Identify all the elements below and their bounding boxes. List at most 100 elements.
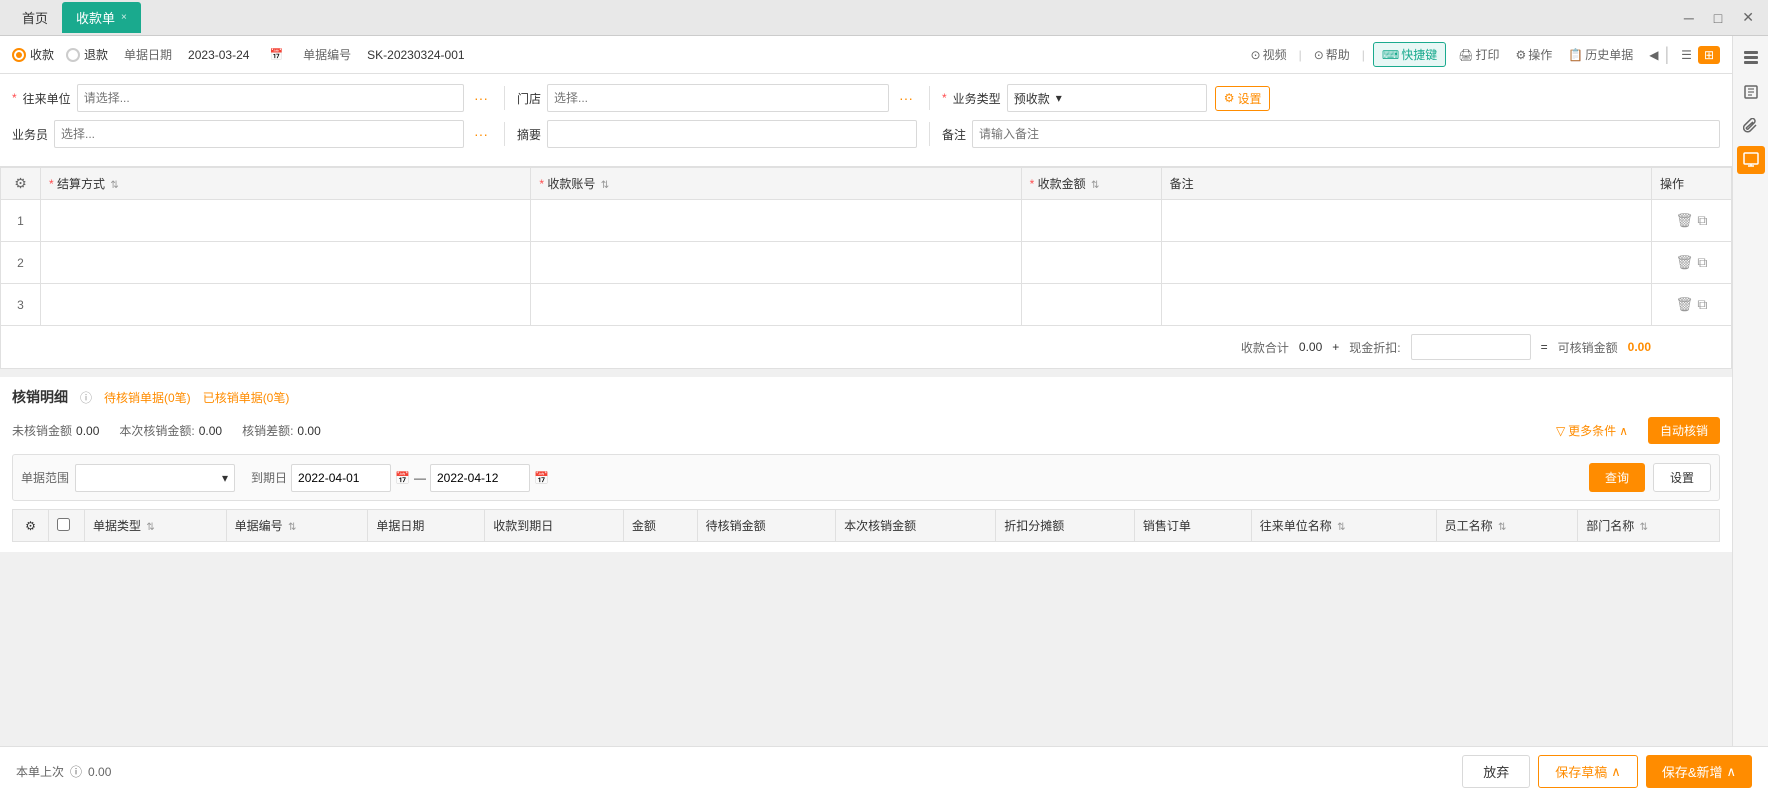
more-conditions-button[interactable]: ▽ 更多条件 ∧ — [1556, 422, 1628, 439]
cash-discount-input[interactable] — [1411, 334, 1531, 360]
remark-input[interactable] — [972, 120, 1720, 148]
sidebar-attachment-icon[interactable] — [1737, 112, 1765, 140]
tab-active[interactable]: 收款单 × — [62, 2, 141, 33]
row2-account-input[interactable] — [531, 242, 1020, 283]
filter-setting-button[interactable]: 设置 — [1653, 463, 1711, 492]
row3-remark[interactable] — [1161, 284, 1651, 326]
save-new-button[interactable]: 保存&新增 ∧ — [1646, 755, 1752, 788]
prev-button[interactable]: ◀ — [1645, 44, 1662, 65]
row1-settlement[interactable] — [41, 200, 531, 242]
sidebar-screen-icon[interactable] — [1737, 146, 1765, 174]
calendar-to-icon[interactable]: 📅 — [534, 471, 549, 485]
row3-account[interactable] — [531, 284, 1021, 326]
row3-amount[interactable] — [1021, 284, 1161, 326]
date-to-input[interactable] — [430, 464, 530, 492]
bottom-col-checkbox — [49, 510, 85, 542]
row2-copy-icon[interactable]: ⧉ — [1697, 254, 1707, 271]
help-button[interactable]: ⊙ 帮助 — [1310, 44, 1354, 65]
row1-settlement-input[interactable] — [41, 200, 530, 241]
card-view-button[interactable]: ⊞ — [1698, 46, 1720, 64]
row-num-3: 3 — [1, 284, 41, 326]
settings-gear-icon: ⚙ — [1224, 91, 1235, 105]
sum-label-1: 收款合计 — [1241, 339, 1289, 356]
maximize-button[interactable]: □ — [1708, 7, 1728, 28]
staff-input[interactable] — [54, 120, 464, 148]
discard-button[interactable]: 放弃 — [1462, 755, 1530, 788]
bottom-actions: 放弃 保存草稿 ∧ 保存&新增 ∧ — [1462, 755, 1752, 788]
partner-required: * — [12, 91, 17, 105]
sort-icon-dept: ⇅ — [1640, 522, 1648, 533]
partner-dots-button[interactable]: ··· — [470, 90, 492, 106]
row1-account[interactable] — [531, 200, 1021, 242]
bottom-col-settings[interactable]: ⚙ — [13, 510, 49, 542]
row3-amount-input[interactable] — [1022, 284, 1161, 325]
select-all-checkbox[interactable] — [57, 518, 70, 531]
bottom-bar: 本单上次 ⓘ 0.00 放弃 保存草稿 ∧ 保存&新增 ∧ — [0, 746, 1768, 796]
row1-remark-input[interactable] — [1162, 200, 1651, 241]
row1-delete-icon[interactable]: 🗑 — [1676, 212, 1694, 229]
row2-remark-input[interactable] — [1162, 242, 1651, 283]
sum-label-2: 现金折扣: — [1349, 339, 1400, 356]
done-tab[interactable]: 已核销单据(0笔) — [203, 389, 290, 406]
row3-settlement[interactable] — [41, 284, 531, 326]
sidebar-note-icon[interactable] — [1737, 78, 1765, 106]
row1-amount[interactable] — [1021, 200, 1161, 242]
calendar-icon[interactable]: 📅 — [265, 46, 287, 63]
row3-settlement-input[interactable] — [41, 284, 530, 325]
table-settings-icon[interactable]: ⚙ — [14, 175, 27, 191]
row2-account[interactable] — [531, 242, 1021, 284]
range-select[interactable]: ▾ — [75, 464, 235, 492]
staff-dots-button[interactable]: ··· — [470, 126, 492, 142]
print-button[interactable]: 🖨 打印 — [1454, 44, 1503, 65]
radio-receipt[interactable]: 收款 — [12, 46, 54, 63]
shortcut-icon: ⌨ — [1382, 48, 1399, 62]
row2-delete-icon[interactable]: 🗑 — [1676, 254, 1694, 271]
section-info-icon[interactable]: ⓘ — [80, 389, 92, 406]
shop-dots-button[interactable]: ··· — [895, 90, 917, 106]
row2-remark[interactable] — [1161, 242, 1651, 284]
history-button[interactable]: 📋 历史单据 — [1564, 44, 1637, 65]
row2-settlement-input[interactable] — [41, 242, 530, 283]
sidebar-table-icon[interactable] — [1737, 44, 1765, 72]
minimize-button[interactable]: ─ — [1678, 7, 1700, 28]
row3-delete-icon[interactable]: 🗑 — [1676, 296, 1694, 313]
shortcut-button[interactable]: ⌨ 快捷键 — [1373, 42, 1446, 67]
row3-remark-input[interactable] — [1162, 284, 1651, 325]
shop-input[interactable] — [547, 84, 889, 112]
page-wrap: 收款 退款 单据日期 2023-03-24 📅 单据编号 SK-20230324… — [0, 36, 1732, 796]
row3-copy-icon[interactable]: ⧉ — [1697, 296, 1707, 313]
date-from-input[interactable] — [291, 464, 391, 492]
form-settings-button[interactable]: ⚙ 设置 — [1215, 86, 1271, 111]
row2-amount[interactable] — [1021, 242, 1161, 284]
bottom-info-label: 本单上次 — [16, 763, 64, 780]
row-num-1: 1 — [1, 200, 41, 242]
row2-amount-input[interactable] — [1022, 242, 1161, 283]
row3-account-input[interactable] — [531, 284, 1020, 325]
radio-refund[interactable]: 退款 — [66, 46, 108, 63]
row1-amount-input[interactable] — [1022, 200, 1161, 241]
business-type-value: 预收款 — [1014, 90, 1050, 107]
query-button[interactable]: 查询 — [1589, 463, 1645, 492]
close-button[interactable]: ✕ — [1736, 7, 1760, 28]
pending-tab[interactable]: 待核销单据(0笔) — [104, 389, 191, 406]
partner-field: * 往来单位 ··· — [12, 84, 492, 112]
list-view-button[interactable]: ☰ — [1677, 46, 1696, 64]
row1-copy-icon[interactable]: ⧉ — [1697, 212, 1707, 229]
save-draft-button[interactable]: 保存草稿 ∧ — [1538, 755, 1638, 788]
business-type-select[interactable]: 预收款 ▾ — [1007, 84, 1207, 112]
summary-input[interactable] — [547, 120, 917, 148]
row1-account-input[interactable] — [531, 200, 1020, 241]
calendar-from-icon[interactable]: 📅 — [395, 471, 410, 485]
bottom-info-icon[interactable]: ⓘ — [70, 763, 82, 780]
tab-close-icon[interactable]: × — [121, 12, 127, 23]
sum-value-1: 0.00 — [1299, 340, 1322, 354]
sort-icon-partner: ⇅ — [1337, 522, 1345, 533]
row2-settlement[interactable] — [41, 242, 531, 284]
video-button[interactable]: ⊙ 视频 — [1247, 44, 1291, 65]
operation-button[interactable]: ⚙ 操作 — [1512, 44, 1557, 65]
row1-remark[interactable] — [1161, 200, 1651, 242]
tab-home[interactable]: 首页 — [8, 2, 62, 33]
partner-input[interactable] — [77, 84, 464, 112]
auto-write-off-button[interactable]: 自动核销 — [1648, 417, 1720, 444]
uncancelled-value: 0.00 — [76, 424, 99, 438]
